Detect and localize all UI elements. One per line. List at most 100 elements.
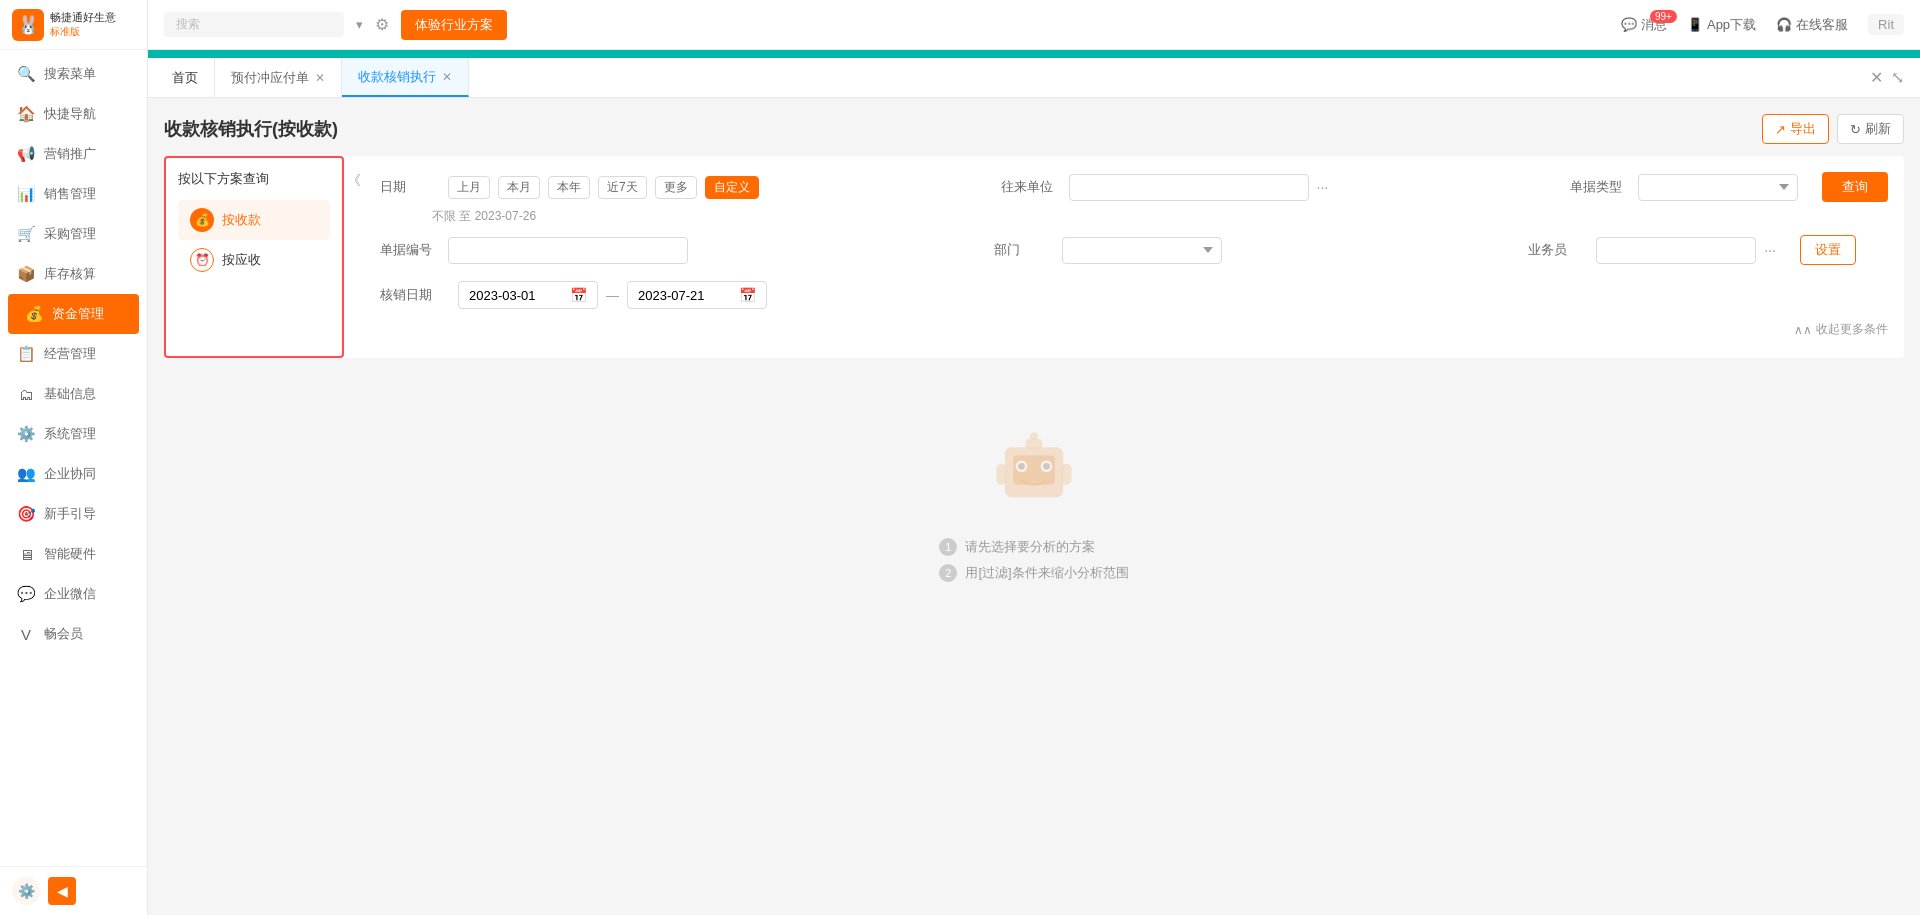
collapse-more-icon: ∧∧	[1794, 323, 1812, 337]
collapse-more-button[interactable]: ∧∧ 收起更多条件	[1794, 321, 1888, 338]
tabbar-actions: ✕ ⤡	[1870, 68, 1912, 87]
svg-rect-9	[1062, 464, 1072, 485]
sidebar-item-营销推广[interactable]: 📢营销推广	[0, 134, 147, 174]
date-no-limit-text: 不限 至 2023-07-26	[432, 209, 536, 223]
topbar-search[interactable]: 搜索	[164, 12, 344, 37]
sidebar-item-经营管理[interactable]: 📋经营管理	[0, 334, 147, 374]
export-button[interactable]: ↗ 导出	[1762, 114, 1829, 144]
main-area: 搜索 ▾ ⚙ 体验行业方案 💬 消息 99+ 📱 App下载 🎧 在线客服 Ri…	[148, 0, 1920, 915]
sidebar-item-新手引导[interactable]: 🎯新手引导	[0, 494, 147, 534]
service-button[interactable]: 🎧 在线客服	[1776, 16, 1848, 34]
app-download-button[interactable]: 📱 App下载	[1687, 16, 1756, 34]
sidebar-item-采购管理[interactable]: 🛒采购管理	[0, 214, 147, 254]
doc-no-input[interactable]	[448, 237, 688, 264]
user-menu[interactable]: Rit	[1868, 14, 1904, 35]
refresh-button[interactable]: ↻ 刷新	[1837, 114, 1904, 144]
date-no-limit: 不限 至 2023-07-26	[432, 208, 1888, 225]
partner-input[interactable]	[1069, 174, 1309, 201]
dept-select[interactable]	[1062, 237, 1222, 264]
logo-sub: 标准版	[50, 25, 116, 39]
sidebar-item-企业协同[interactable]: 👥企业协同	[0, 454, 147, 494]
tab-prepay[interactable]: 预付冲应付单 ✕	[215, 58, 342, 97]
nav-icon: ⚙️	[16, 424, 36, 444]
filter-main: 日期 上月 本月 本年 近7天 更多 自定义	[364, 156, 1904, 358]
this-month-btn[interactable]: 本月	[498, 176, 540, 199]
date-separator: —	[606, 288, 619, 303]
close-tab-icon[interactable]: ✕	[1870, 68, 1883, 87]
nav-icon: 🔍	[16, 64, 36, 84]
topbar-gear-icon[interactable]: ⚙	[375, 15, 389, 34]
filter-by-collection[interactable]: 💰 按收款	[178, 200, 330, 240]
page-title: 收款核销执行(按收款)	[164, 117, 338, 141]
nav-icon: 💰	[24, 304, 44, 324]
filter-collapse-button[interactable]: 《	[344, 156, 364, 358]
solution-button[interactable]: 体验行业方案	[401, 10, 507, 40]
filter-receivable-label: 按应收	[222, 251, 261, 269]
sidebar-item-库存核算[interactable]: 📦库存核算	[0, 254, 147, 294]
expand-tab-icon[interactable]: ⤡	[1891, 68, 1904, 87]
empty-icon	[984, 418, 1084, 518]
empty-text: 1 请先选择要分析的方案 2 用[过滤]条件来缩小分析范围	[939, 534, 1128, 586]
last-month-btn[interactable]: 上月	[448, 176, 490, 199]
svg-point-7	[1030, 432, 1038, 440]
collapse-more-row: ∧∧ 收起更多条件	[380, 317, 1888, 342]
tab-prepay-label: 预付冲应付单	[231, 69, 309, 87]
settings-icon[interactable]: ⚙️	[12, 877, 40, 905]
calendar-end-icon[interactable]: 📅	[739, 287, 756, 303]
filter-row-2: 单据编号 部门 业务员 ···	[380, 235, 1888, 265]
nav-icon: 🎯	[16, 504, 36, 524]
this-year-btn[interactable]: 本年	[548, 176, 590, 199]
sidebar-item-智能硬件[interactable]: 🖥智能硬件	[0, 534, 147, 574]
settings-button[interactable]: 设置	[1800, 235, 1856, 265]
verify-date-end-input[interactable]: 2023-07-21 📅	[627, 281, 767, 309]
filter-by-receivable[interactable]: ⏰ 按应收	[178, 240, 330, 280]
action-buttons: 查询	[1822, 172, 1888, 202]
sidebar-item-畅会员[interactable]: V畅会员	[0, 614, 147, 654]
tab-home[interactable]: 首页	[156, 58, 215, 97]
logo-icon: 🐰	[12, 9, 44, 41]
custom-date-btn[interactable]: 自定义	[705, 176, 759, 199]
sidebar-item-快捷导航[interactable]: 🏠快捷导航	[0, 94, 147, 134]
salesman-dots-icon[interactable]: ···	[1764, 242, 1776, 258]
doc-type-select[interactable]	[1638, 174, 1798, 201]
sidebar-item-搜索菜单[interactable]: 🔍搜索菜单	[0, 54, 147, 94]
doc-type-label: 单据类型	[1570, 178, 1630, 196]
verify-date-end-text: 2023-07-21	[638, 288, 705, 303]
sidebar: 🐰 畅捷通好生意 标准版 🔍搜索菜单🏠快捷导航📢营销推广📊销售管理🛒采购管理📦库…	[0, 0, 148, 915]
nav-icon: 💬	[16, 584, 36, 604]
teal-bar	[148, 50, 1920, 58]
tab-prepay-close-icon[interactable]: ✕	[315, 71, 325, 85]
nav-icon: 🗂	[16, 384, 36, 404]
verify-date-start-input[interactable]: 2023-03-01 📅	[458, 281, 598, 309]
sidebar-item-基础信息[interactable]: 🗂基础信息	[0, 374, 147, 414]
topbar-dropdown-icon[interactable]: ▾	[356, 17, 363, 32]
topbar-right: 💬 消息 99+ 📱 App下载 🎧 在线客服 Rit	[1621, 14, 1904, 35]
last-7days-btn[interactable]: 近7天	[598, 176, 647, 199]
empty-state: 1 请先选择要分析的方案 2 用[过滤]条件来缩小分析范围	[164, 358, 1904, 646]
tab-collection[interactable]: 收款核销执行 ✕	[342, 58, 469, 97]
sidebar-item-销售管理[interactable]: 📊销售管理	[0, 174, 147, 214]
salesman-input[interactable]	[1596, 237, 1756, 264]
message-button[interactable]: 💬 消息 99+	[1621, 16, 1667, 34]
nav-icon: V	[16, 624, 36, 644]
filter-sidebar-title: 按以下方案查询	[178, 170, 330, 188]
dept-label: 部门	[994, 241, 1054, 259]
tip-num-1: 1	[939, 538, 957, 556]
date-options-group: 上月 本月 本年 近7天 更多 自定义	[448, 176, 759, 199]
more-date-btn[interactable]: 更多	[655, 176, 697, 199]
topbar: 搜索 ▾ ⚙ 体验行业方案 💬 消息 99+ 📱 App下载 🎧 在线客服 Ri…	[148, 0, 1920, 50]
sidebar-item-系统管理[interactable]: ⚙️系统管理	[0, 414, 147, 454]
partner-dots-icon[interactable]: ···	[1317, 179, 1329, 195]
filter-collection-label: 按收款	[222, 211, 261, 229]
service-icon: 🎧	[1776, 17, 1792, 32]
verify-date-group: 核销日期 2023-03-01 📅 — 2023-07-21 📅	[380, 281, 767, 309]
tip-num-2: 2	[939, 564, 957, 582]
tab-collection-close-icon[interactable]: ✕	[442, 70, 452, 84]
collapse-sidebar-button[interactable]: ◀	[48, 877, 76, 905]
calendar-start-icon[interactable]: 📅	[570, 287, 587, 303]
sidebar-item-企业微信[interactable]: 💬企业微信	[0, 574, 147, 614]
query-button[interactable]: 查询	[1822, 172, 1888, 202]
svg-point-5	[1043, 463, 1050, 470]
nav-icon: 📢	[16, 144, 36, 164]
sidebar-item-资金管理[interactable]: 💰资金管理	[8, 294, 139, 334]
